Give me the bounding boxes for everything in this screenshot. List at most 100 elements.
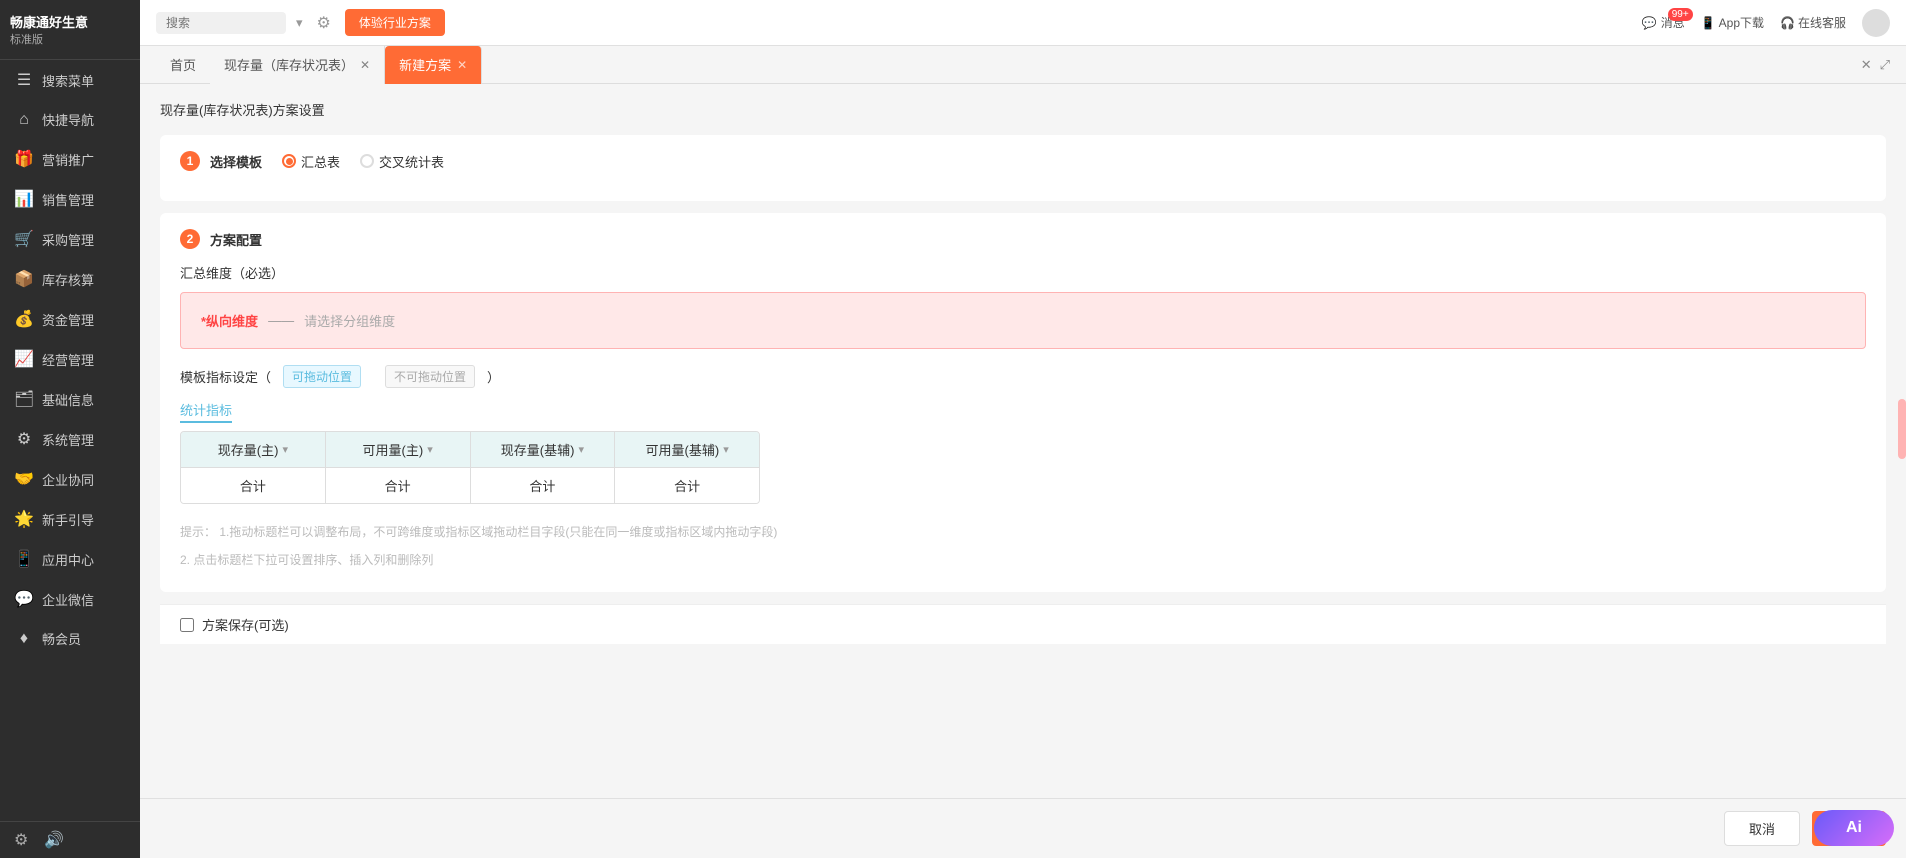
sidebar-item-sales[interactable]: 📊 销售管理 [0,179,140,219]
topbar: ▾ ⚙ 体验行业方案 💬 消息 99+ 📱 App下载 🎧 在线客服 [140,0,1906,46]
sidebar-item-label: 资金管理 [42,310,94,329]
dimension-area[interactable]: *纵向维度 —— 请选择分组维度 [180,292,1866,349]
radio-summary-label: 汇总表 [301,152,340,171]
stat-section: 统计指标 现存量(主) ▾ 可用量(主) ▾ 现存量(基辅) [180,400,1866,504]
operations-icon: 📈 [14,349,34,369]
mobile-icon: 📱 [14,549,34,569]
col3-dropdown-icon[interactable]: ▾ [578,443,584,456]
tab-home[interactable]: 首页 [156,46,210,84]
save-checkbox[interactable] [180,618,194,632]
sidebar-item-enterprise[interactable]: 🤝 企业协同 [0,459,140,499]
sidebar-item-finance[interactable]: 💰 资金管理 [0,299,140,339]
sidebar-item-newuser[interactable]: 🌟 新手引导 [0,499,140,539]
radio-summary-table[interactable]: 汇总表 [282,152,340,171]
section1-num: 1 [180,151,200,171]
search-menu-icon: ☰ [14,70,34,90]
online-service-link[interactable]: 🎧 在线客服 [1780,14,1846,31]
stat-col-2-label: 可用量(主) [363,440,424,459]
sidebar-item-inventory[interactable]: 📦 库存核算 [0,259,140,299]
stat-col-2-header[interactable]: 可用量(主) ▾ [326,432,471,467]
search-input[interactable] [156,12,286,34]
sidebar-item-label: 采购管理 [42,230,94,249]
sidebar-item-label: 库存核算 [42,270,94,289]
stat-body-col-4: 合计 [615,468,759,503]
stat-body-col-2: 合计 [326,468,471,503]
headset-icon: 🎧 [1780,16,1795,30]
sidebar-nav: ☰ 搜索菜单 ⌂ 快捷导航 🎁 营销推广 📊 销售管理 🛒 采购管理 📦 库存核… [0,60,140,821]
sidebar-item-label: 系统管理 [42,430,94,449]
tips-area: 提示： 1.拖动标题栏可以调整布局，不可跨维度或指标区域拖动栏目字段(只能在同一… [180,520,1866,572]
sidebar-item-purchase[interactable]: 🛒 采购管理 [0,219,140,259]
stat-body-col-3: 合计 [471,468,616,503]
sidebar-item-wechat[interactable]: 💬 企业微信 [0,579,140,619]
dimension-required-label: *纵向维度 [201,311,258,330]
content-area: 现存量(库存状况表)方案设置 1 选择模板 汇总表 交叉统计表 [140,84,1906,798]
sidebar-item-system[interactable]: ⚙ 系统管理 [0,419,140,459]
radio-summary-dot [282,154,296,168]
section1-header: 1 选择模板 汇总表 交叉统计表 [180,151,1866,171]
sidebar-item-member[interactable]: ♦ 畅会员 [0,619,140,658]
cancel-button[interactable]: 取消 [1724,811,1800,846]
avatar[interactable] [1862,9,1890,37]
col4-dropdown-icon[interactable]: ▾ [723,443,729,456]
tab-inventory[interactable]: 现存量（库存状况表） ✕ [210,46,385,84]
tab-new-plan[interactable]: 新建方案 ✕ [385,46,482,84]
badge-nondraggable: 不可拖动位置 [385,365,475,388]
stat-col-1-header[interactable]: 现存量(主) ▾ [181,432,326,467]
sidebar-item-label: 应用中心 [42,550,94,569]
section-plan-config: 2 方案配置 汇总维度（必选） *纵向维度 —— 请选择分组维度 模板指标设定（… [160,213,1886,592]
app-name: 畅康通好生意 [10,12,130,31]
volume-icon[interactable]: 🔊 [44,830,64,850]
sidebar-item-operations[interactable]: 📈 经营管理 [0,339,140,379]
member-icon: ♦ [14,630,34,648]
section1-title: 选择模板 [210,152,262,171]
ai-bubble-button[interactable]: Ai [1814,810,1894,846]
settings-icon[interactable]: ⚙ [14,830,28,850]
sidebar-footer: ⚙ 🔊 [0,821,140,858]
sidebar-item-label: 经营管理 [42,350,94,369]
sidebar-item-label: 快捷导航 [42,110,94,129]
stat-col-3-label: 现存量(基辅) [501,440,575,459]
col2-dropdown-icon[interactable]: ▾ [427,443,433,456]
sidebar-item-search[interactable]: ☰ 搜索菜单 [0,60,140,100]
save-row: 方案保存(可选) [160,604,1886,644]
dimension-placeholder: 请选择分组维度 [304,311,395,330]
close-tab-icon[interactable]: ✕ [1861,57,1872,73]
online-service-label: 在线客服 [1798,14,1846,31]
info-icon: 🗂 [14,389,34,409]
industry-solution-button[interactable]: 体验行业方案 [345,9,445,36]
sidebar-item-label: 基础信息 [42,390,94,409]
section2-title: 方案配置 [210,230,262,249]
tabbar: 首页 现存量（库存状况表） ✕ 新建方案 ✕ ✕ ⤢ [140,46,1906,84]
radio-cross-table[interactable]: 交叉统计表 [360,152,444,171]
app-download-link[interactable]: 📱 App下载 [1701,14,1764,31]
tip-2: 2. 点击标题栏下拉可设置排序、插入列和删除列 [180,548,1866,572]
tab-new-plan-close-icon[interactable]: ✕ [457,58,467,72]
sidebar-item-apps[interactable]: 📱 应用中心 [0,539,140,579]
main-area: ▾ ⚙ 体验行业方案 💬 消息 99+ 📱 App下载 🎧 在线客服 首页 [140,0,1906,858]
gear-icon: ⚙ [14,429,34,449]
stat-col-3-header[interactable]: 现存量(基辅) ▾ [471,432,616,467]
expand-tab-icon[interactable]: ⤢ [1880,57,1890,73]
app-edition: 标准版 [10,31,130,47]
sidebar-item-shortcuts[interactable]: ⌂ 快捷导航 [0,100,140,139]
tab-inventory-close-icon[interactable]: ✕ [360,58,370,72]
col1-dropdown-icon[interactable]: ▾ [282,443,288,456]
wechat-icon: 💬 [14,589,34,609]
tab-inventory-label: 现存量（库存状况表） [224,55,354,74]
message-button[interactable]: 💬 消息 99+ [1642,14,1685,31]
radio-cross-label: 交叉统计表 [379,152,444,171]
template-indicator-row: 模板指标设定（ 可拖动位置 不可拖动位置 ） [180,365,1866,388]
sidebar-logo: 畅康通好生意 标准版 [0,0,140,60]
stat-col-4-header[interactable]: 可用量(基辅) ▾ [615,432,759,467]
sidebar-item-basics[interactable]: 🗂 基础信息 [0,379,140,419]
sidebar-item-label: 搜索菜单 [42,71,94,90]
scroll-handle[interactable] [1898,399,1906,459]
template-radio-group: 汇总表 交叉统计表 [282,152,444,171]
dropdown-arrow-icon[interactable]: ▾ [296,15,303,31]
stat-label: 统计指标 [180,400,232,423]
topbar-settings-icon[interactable]: ⚙ [317,13,331,33]
sidebar-item-label: 企业协同 [42,470,94,489]
sidebar-item-marketing[interactable]: 🎁 营销推广 [0,139,140,179]
footer-buttons: 取消 查询 [140,798,1906,858]
